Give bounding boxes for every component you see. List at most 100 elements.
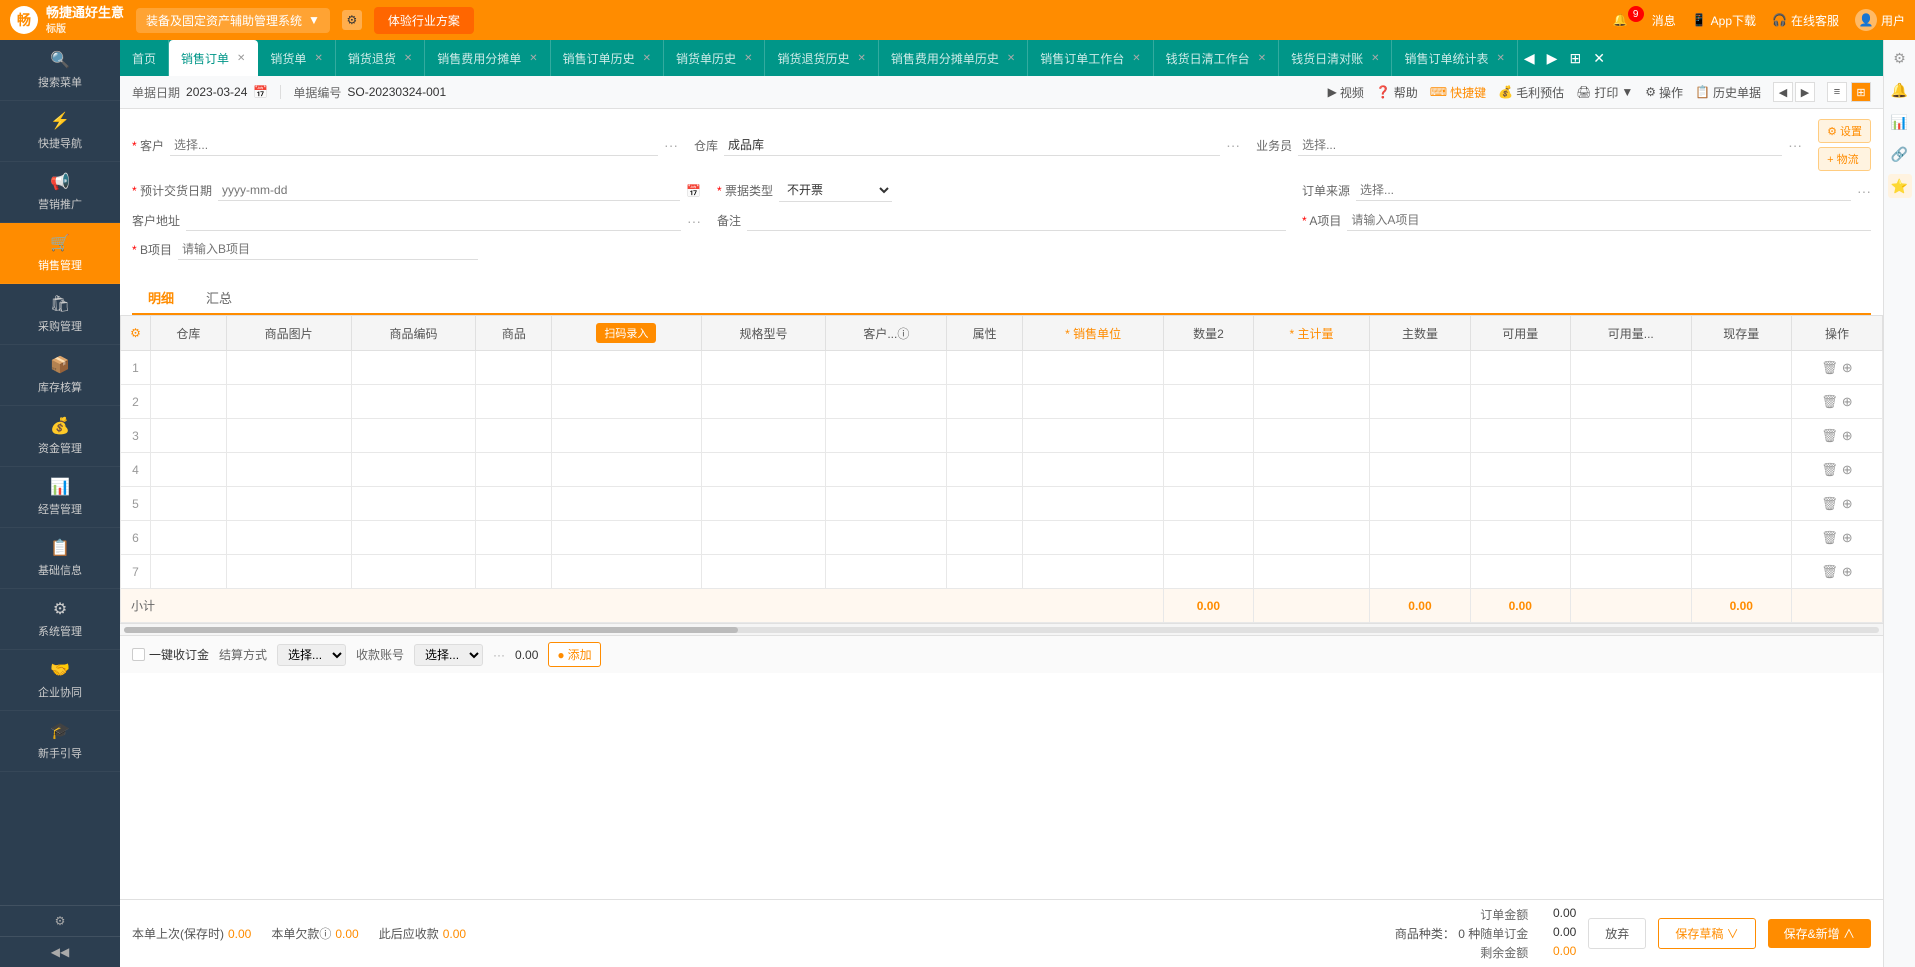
row-attr-3[interactable] bbox=[947, 419, 1023, 453]
row-qty2-5[interactable] bbox=[1164, 487, 1253, 521]
row-main-unit-7[interactable] bbox=[1253, 555, 1370, 589]
row-attr-5[interactable] bbox=[947, 487, 1023, 521]
row-qty2-4[interactable] bbox=[1164, 453, 1253, 487]
row-copy-5[interactable]: ⊕ bbox=[1842, 496, 1853, 512]
scrollbar-track[interactable] bbox=[124, 627, 1879, 633]
row-available-7[interactable] bbox=[1470, 555, 1570, 589]
row-copy-1[interactable]: ⊕ bbox=[1842, 360, 1853, 376]
tab-detail[interactable]: 明细 bbox=[132, 282, 190, 315]
order-source-more-btn[interactable]: ··· bbox=[1857, 183, 1871, 199]
row-copy-6[interactable]: ⊕ bbox=[1842, 530, 1853, 546]
row-delete-3[interactable]: 🗑 bbox=[1821, 428, 1838, 444]
row-available-more-5[interactable] bbox=[1570, 487, 1691, 521]
industry-solution-button[interactable]: 体验行业方案 bbox=[374, 7, 474, 34]
row-customer-code-1[interactable] bbox=[826, 351, 947, 385]
row-attr-6[interactable] bbox=[947, 521, 1023, 555]
row-stock-6[interactable] bbox=[1691, 521, 1791, 555]
scan-input-btn[interactable]: 扫码录入 bbox=[596, 323, 656, 343]
row-available-more-1[interactable] bbox=[1570, 351, 1691, 385]
settings-icon[interactable]: ⚙ bbox=[342, 10, 362, 30]
sidebar-item-enterprise[interactable]: 🤝 企业协同 bbox=[0, 650, 120, 711]
row-available-2[interactable] bbox=[1470, 385, 1570, 419]
toolbar-help[interactable]: ❓ 帮助 bbox=[1376, 84, 1418, 101]
grid-view-btn[interactable]: ⊞ bbox=[1851, 82, 1871, 102]
sidebar-item-purchase[interactable]: 🛍 采购管理 bbox=[0, 284, 120, 345]
row-spec-5[interactable] bbox=[701, 487, 826, 521]
add-item-btn[interactable]: ● 添加 bbox=[548, 642, 600, 667]
row-sales-unit-3[interactable] bbox=[1022, 419, 1163, 453]
tab-sales-stats-close[interactable]: ✕ bbox=[1497, 53, 1505, 64]
tab-expense-history-close[interactable]: ✕ bbox=[1007, 53, 1015, 64]
row-spec-7[interactable] bbox=[701, 555, 826, 589]
row-code-3[interactable] bbox=[351, 419, 476, 453]
sidebar-settings-btn[interactable]: ⚙ bbox=[0, 905, 120, 936]
right-icon-settings[interactable]: ⚙ bbox=[1888, 46, 1912, 70]
tab-goods-history-close[interactable]: ✕ bbox=[744, 53, 752, 64]
tab-sales-stats[interactable]: 销售订单统计表 ✕ bbox=[1392, 40, 1517, 76]
tab-order-workbench[interactable]: 销售订单工作台 ✕ bbox=[1028, 40, 1153, 76]
tab-sales-expense[interactable]: 销售费用分摊单 ✕ bbox=[425, 40, 550, 76]
toolbar-operations[interactable]: ⚙ 操作 bbox=[1645, 84, 1683, 101]
row-code-5[interactable] bbox=[351, 487, 476, 521]
row-code-2[interactable] bbox=[351, 385, 476, 419]
sidebar-item-operations[interactable]: 📊 经营管理 bbox=[0, 467, 120, 528]
row-stock-3[interactable] bbox=[1691, 419, 1791, 453]
row-main-qty-2[interactable] bbox=[1370, 385, 1470, 419]
row-product-2[interactable] bbox=[476, 385, 552, 419]
tab-home[interactable]: 首页 bbox=[120, 40, 169, 76]
row-product-3[interactable] bbox=[476, 419, 552, 453]
row-attr-2[interactable] bbox=[947, 385, 1023, 419]
staff-more-btn[interactable]: ··· bbox=[1788, 137, 1802, 153]
row-available-3[interactable] bbox=[1470, 419, 1570, 453]
row-copy-7[interactable]: ⊕ bbox=[1842, 564, 1853, 580]
toolbar-video[interactable]: ▶ 视频 bbox=[1328, 84, 1364, 101]
address-input[interactable] bbox=[186, 210, 681, 231]
toolbar-profit[interactable]: 💰 毛利预估 bbox=[1498, 84, 1564, 101]
row-delete-2[interactable]: 🗑 bbox=[1821, 394, 1838, 410]
row-sales-unit-6[interactable] bbox=[1022, 521, 1163, 555]
dots-more-btn[interactable]: ··· bbox=[493, 648, 505, 662]
warehouse-input[interactable] bbox=[724, 135, 1220, 156]
tab-cash-workbench-close[interactable]: ✕ bbox=[1258, 53, 1266, 64]
page-prev-btn[interactable]: ◀ bbox=[1773, 82, 1793, 102]
row-stock-2[interactable] bbox=[1691, 385, 1791, 419]
date-value[interactable]: 2023-03-24 bbox=[186, 85, 247, 99]
row-spec-1[interactable] bbox=[701, 351, 826, 385]
table-scrollbar[interactable] bbox=[120, 623, 1883, 635]
sidebar-item-finance[interactable]: 💰 资金管理 bbox=[0, 406, 120, 467]
toolbar-print[interactable]: 🖨 打印 ▼ bbox=[1576, 84, 1633, 101]
th-scan[interactable]: 扫码录入 bbox=[552, 316, 701, 351]
row-copy-3[interactable]: ⊕ bbox=[1842, 428, 1853, 444]
row-warehouse-3[interactable] bbox=[151, 419, 227, 453]
tab-sales-return-close[interactable]: ✕ bbox=[404, 53, 412, 64]
row-product-5[interactable] bbox=[476, 487, 552, 521]
row-available-5[interactable] bbox=[1470, 487, 1570, 521]
row-stock-4[interactable] bbox=[1691, 453, 1791, 487]
row-available-more-4[interactable] bbox=[1570, 453, 1691, 487]
row-customer-code-6[interactable] bbox=[826, 521, 947, 555]
row-code-6[interactable] bbox=[351, 521, 476, 555]
tab-sales-goods-close[interactable]: ✕ bbox=[314, 53, 322, 64]
row-spec-6[interactable] bbox=[701, 521, 826, 555]
row-spec-2[interactable] bbox=[701, 385, 826, 419]
row-main-unit-3[interactable] bbox=[1253, 419, 1370, 453]
row-main-qty-5[interactable] bbox=[1370, 487, 1470, 521]
tab-sales-return[interactable]: 销货退货 ✕ bbox=[336, 40, 425, 76]
row-stock-1[interactable] bbox=[1691, 351, 1791, 385]
row-main-qty-6[interactable] bbox=[1370, 521, 1470, 555]
row-qty2-6[interactable] bbox=[1164, 521, 1253, 555]
row-main-qty-1[interactable] bbox=[1370, 351, 1470, 385]
sidebar-item-marketing[interactable]: 📢 营销推广 bbox=[0, 162, 120, 223]
page-next-btn[interactable]: ▶ bbox=[1795, 82, 1815, 102]
customer-more-btn[interactable]: ··· bbox=[664, 137, 678, 153]
row-warehouse-5[interactable] bbox=[151, 487, 227, 521]
row-available-more-3[interactable] bbox=[1570, 419, 1691, 453]
row-delete-4[interactable]: 🗑 bbox=[1821, 462, 1838, 478]
row-main-unit-4[interactable] bbox=[1253, 453, 1370, 487]
logistics-btn[interactable]: + 物流 bbox=[1818, 147, 1871, 171]
remarks-input[interactable] bbox=[747, 210, 1286, 231]
settings-form-btn[interactable]: ⚙ 设置 bbox=[1818, 119, 1871, 143]
row-qty2-3[interactable] bbox=[1164, 419, 1253, 453]
calendar2-icon[interactable]: 📅 bbox=[686, 184, 701, 198]
row-delete-5[interactable]: 🗑 bbox=[1821, 496, 1838, 512]
